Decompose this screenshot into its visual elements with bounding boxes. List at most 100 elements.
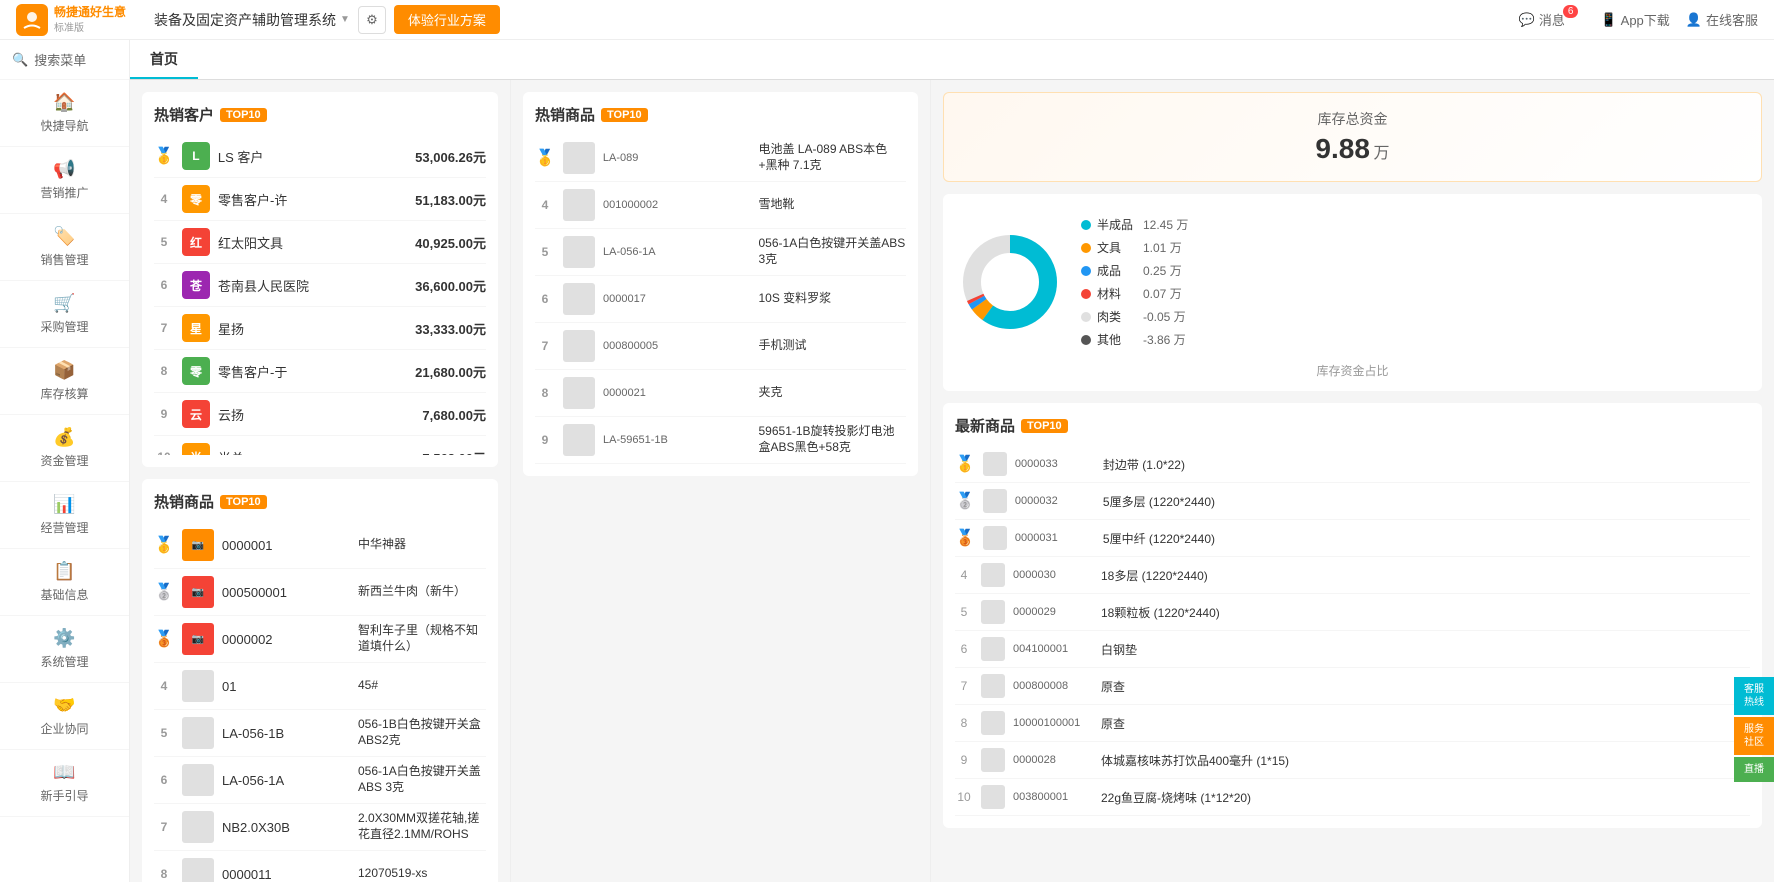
- np-img-10: [981, 785, 1005, 809]
- np-code-7: 000800008: [1013, 680, 1093, 692]
- sidebar-label-guide: 新手引导: [40, 787, 88, 804]
- hpm-code-5: LA-056-1A: [603, 246, 751, 258]
- sidebar-label-purchase: 采购管理: [40, 318, 88, 335]
- hot-products-mid-list: 🥇 LA-089 电池盖 LA-089 ABS本色+黑种 7.1克 4 0010…: [535, 135, 906, 464]
- system-icon: ⚙️: [53, 628, 75, 649]
- search-icon: 🔍: [12, 52, 28, 68]
- np-img-8: [981, 711, 1005, 735]
- sidebar-label-sales: 销售管理: [40, 251, 88, 268]
- hp-code-8: 0000011: [222, 867, 350, 882]
- sidebar-label-cooperation: 企业协同: [40, 720, 88, 737]
- np-name-3: 5厘中纤 (1220*2440): [1103, 530, 1750, 547]
- avatar-8: 零: [182, 357, 210, 385]
- online-service-area[interactable]: 👤 在线客服: [1686, 10, 1758, 29]
- sidebar-item-system[interactable]: ⚙️ 系统管理: [0, 616, 129, 683]
- inventory-chart-card: 半成品 12.45 万 文具 1.01 万 成品 0: [943, 194, 1762, 391]
- legend-name-3: 材料: [1097, 285, 1137, 302]
- sidebar-item-marketing[interactable]: 📢 营销推广: [0, 147, 129, 214]
- np-img-2: [983, 489, 1007, 513]
- float-btn-service[interactable]: 客服热线: [1734, 677, 1774, 715]
- rank-num-6: 6: [154, 278, 174, 292]
- sidebar-item-inventory[interactable]: 📦 库存核算: [0, 348, 129, 415]
- hpm-rank-9: 9 LA-59651-1B 59651-1B旋转投影灯电池盒ABS黑色+58克: [535, 417, 906, 464]
- customer-rank-6: 6 苍 苍南县人民医院 36,600.00元: [154, 264, 486, 307]
- notification-area[interactable]: 💬 消息 6: [1519, 10, 1585, 29]
- sidebar-item-finance[interactable]: 💰 资金管理: [0, 415, 129, 482]
- sidebar-label-finance: 资金管理: [40, 452, 88, 469]
- np-name-8: 原查: [1101, 715, 1750, 732]
- new-products-label: TOP10: [1021, 419, 1068, 433]
- sidebar-label-inventory: 库存核算: [40, 385, 88, 402]
- hpm-img-1: [563, 142, 595, 174]
- trial-button[interactable]: 体验行业方案: [394, 5, 500, 34]
- new-products-card: 最新商品 TOP10 🥇 0000033 封边带 (1.0*22) 🥈: [943, 403, 1762, 828]
- customer-amount-4: 51,183.00元: [415, 190, 486, 209]
- sidebar: 🔍 搜索菜单 🏠 快捷导航 📢 营销推广 🏷️ 销售管理 🛒 采购管理 📦 库存…: [0, 40, 130, 882]
- sidebar-item-quick-nav[interactable]: 🏠 快捷导航: [0, 80, 129, 147]
- float-btn-community[interactable]: 服务社区: [1734, 717, 1774, 755]
- legend-bancpings: 半成品 12.45 万: [1081, 216, 1188, 233]
- rank-num-7: 7: [154, 321, 174, 335]
- hp-code-5: LA-056-1B: [222, 726, 350, 741]
- sidebar-item-operations[interactable]: 📊 经营管理: [0, 482, 129, 549]
- customer-top10-card: 热销客户 TOP10 🥇 L LS 客户 53,006.26元 4: [142, 92, 498, 467]
- hpm-code-1: LA-089: [603, 152, 751, 164]
- np-img-9: [981, 748, 1005, 772]
- logo-icon: [16, 4, 48, 36]
- marketing-icon: 📢: [53, 159, 75, 180]
- np-name-10: 22g鱼豆腐-烧烤味 (1*12*20): [1101, 789, 1750, 806]
- customer-rank-10: 10 肖 肖总 7,563.00元: [154, 436, 486, 455]
- base-info-icon: 📋: [53, 561, 75, 582]
- logo-sub: 标准版: [54, 19, 126, 34]
- hpm-name-6: 10S 变料罗浆: [759, 291, 907, 307]
- np-name-9: 体城嘉核味苏打饮品400毫升 (1*15): [1101, 752, 1750, 769]
- online-service-label: 在线客服: [1706, 10, 1758, 29]
- np-rank-4: 4: [955, 568, 973, 582]
- donut-container: 半成品 12.45 万 文具 1.01 万 成品 0: [955, 206, 1750, 358]
- customer-amount-7: 33,333.00元: [415, 319, 486, 338]
- sidebar-item-base-info[interactable]: 📋 基础信息: [0, 549, 129, 616]
- np-code-4: 0000030: [1013, 569, 1093, 581]
- logo: 畅捷通好生意 标准版: [16, 4, 126, 36]
- dropdown-icon[interactable]: ▼: [340, 14, 350, 25]
- hpm-medal-1: 🥇: [535, 148, 555, 168]
- np-name-1: 封边带 (1.0*22): [1103, 456, 1750, 473]
- np-name-6: 白钢垫: [1101, 641, 1750, 658]
- float-btn-live[interactable]: 直播: [1734, 757, 1774, 782]
- legend-name-0: 半成品: [1097, 216, 1137, 233]
- np-item-1: 🥇 0000033 封边带 (1.0*22): [955, 446, 1750, 483]
- gear-button[interactable]: ⚙: [358, 6, 386, 34]
- np-name-4: 18多层 (1220*2440): [1101, 567, 1750, 584]
- home-icon: 🏠: [53, 92, 75, 113]
- hot-products-mid-title: 热销商品 TOP10: [535, 104, 906, 125]
- tab-home[interactable]: 首页: [130, 41, 198, 79]
- app-download-area[interactable]: 📱 App下载: [1600, 10, 1669, 29]
- hpm-rank-6: 6 0000017 10S 变料罗浆: [535, 276, 906, 323]
- np-medal-3: 🥉: [955, 528, 975, 548]
- hpm-code-9: LA-59651-1B: [603, 434, 751, 446]
- hot-products-mid-label: TOP10: [601, 108, 648, 122]
- legend-val-2: 0.25 万: [1143, 262, 1182, 279]
- mid-panel: 热销商品 TOP10 🥇 LA-089 电池盖 LA-089 ABS本色+黑种 …: [510, 80, 930, 882]
- hp-img-3: 📷: [182, 623, 214, 655]
- np-item-3: 🥉 0000031 5厘中纤 (1220*2440): [955, 520, 1750, 557]
- new-products-list: 🥇 0000033 封边带 (1.0*22) 🥈 0000032 5厘多层 (1…: [955, 446, 1750, 816]
- np-code-10: 003800001: [1013, 791, 1093, 803]
- sidebar-item-cooperation[interactable]: 🤝 企业协同: [0, 683, 129, 750]
- customer-name-7: 星扬: [218, 319, 407, 338]
- np-rank-8: 8: [955, 716, 973, 730]
- np-rank-9: 9: [955, 753, 973, 767]
- hpm-name-9: 59651-1B旋转投影灯电池盒ABS黑色+58克: [759, 424, 907, 455]
- sidebar-item-guide[interactable]: 📖 新手引导: [0, 750, 129, 817]
- legend-cailiao: 材料 0.07 万: [1081, 285, 1188, 302]
- avatar-9: 云: [182, 400, 210, 428]
- sidebar-item-purchase[interactable]: 🛒 采购管理: [0, 281, 129, 348]
- topbar: 畅捷通好生意 标准版 装备及固定资产辅助管理系统 ▼ ⚙ 体验行业方案 💬 消息…: [0, 0, 1774, 40]
- hp-img-1: 📷: [182, 529, 214, 561]
- sidebar-item-search[interactable]: 🔍 搜索菜单: [0, 40, 129, 80]
- hpm-name-8: 夹克: [759, 385, 907, 401]
- hp-medal-1: 🥇: [154, 535, 174, 555]
- app-download-label: App下载: [1621, 10, 1670, 29]
- np-item-2: 🥈 0000032 5厘多层 (1220*2440): [955, 483, 1750, 520]
- sidebar-item-sales[interactable]: 🏷️ 销售管理: [0, 214, 129, 281]
